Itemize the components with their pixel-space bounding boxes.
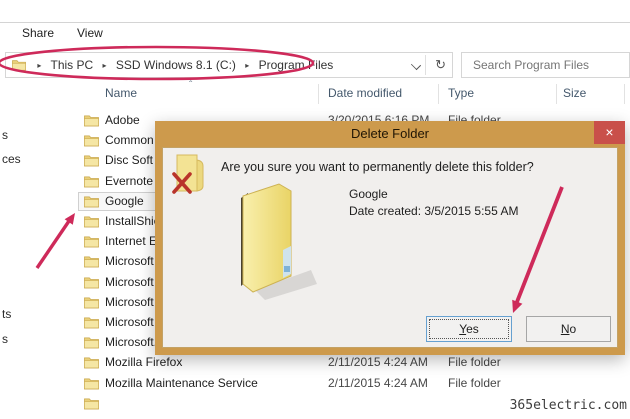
breadcrumb-item-this-pc[interactable]: This PC xyxy=(50,58,93,72)
delete-folder-dialog: Delete Folder × Are you sure you want to… xyxy=(155,121,625,355)
file-name[interactable]: Adobe xyxy=(105,113,140,127)
column-header-name[interactable]: Name xyxy=(105,86,137,100)
file-name[interactable]: Evernote xyxy=(105,174,153,188)
column-divider[interactable] xyxy=(318,84,319,104)
breadcrumb-item-drive-c[interactable]: SSD Windows 8.1 (C:) xyxy=(116,58,236,72)
dialog-item-date-created: Date created: 3/5/2015 5:55 AM xyxy=(349,204,519,218)
breadcrumb-item-program-files[interactable]: Program Files xyxy=(259,58,334,72)
file-type: File folder xyxy=(448,355,501,370)
folder-icon xyxy=(84,215,99,233)
folder-icon xyxy=(84,114,99,132)
folder-icon xyxy=(12,55,26,79)
file-name[interactable]: Mozilla Firefox xyxy=(105,355,182,369)
file-name[interactable]: Mozilla Maintenance Service xyxy=(105,376,258,390)
column-header-date-modified[interactable]: Date modified xyxy=(328,86,402,100)
file-date-modified: 2/11/2015 4:24 AM xyxy=(328,355,428,370)
close-icon[interactable]: × xyxy=(594,121,625,144)
folder-icon xyxy=(84,356,99,374)
breadcrumb: ▸ This PC ▸ SSD Windows 8.1 (C:) ▸ Progr… xyxy=(12,53,333,77)
file-type: File folder xyxy=(448,375,501,390)
folder-icon xyxy=(84,195,99,213)
folder-icon xyxy=(84,154,99,172)
folder-icon xyxy=(84,296,99,314)
search-box[interactable] xyxy=(461,52,630,78)
folder-icon xyxy=(84,255,99,273)
yes-button[interactable]: Yes xyxy=(426,316,512,342)
folder-icon xyxy=(84,316,99,334)
delete-folder-icon xyxy=(171,152,211,201)
file-name[interactable]: Google xyxy=(105,194,144,208)
folder-icon xyxy=(84,336,99,354)
dialog-title: Delete Folder xyxy=(350,126,430,141)
breadcrumb-separator-icon[interactable]: ▸ xyxy=(245,54,249,78)
search-input[interactable] xyxy=(471,57,625,73)
column-header-size[interactable]: Size xyxy=(563,86,586,100)
chevron-down-icon[interactable] xyxy=(410,59,422,71)
tab-share[interactable]: Share xyxy=(22,26,54,40)
sort-ascending-icon[interactable]: ˆ xyxy=(189,80,192,91)
dialog-body: Are you sure you want to permanently del… xyxy=(162,147,618,348)
file-row[interactable]: Mozilla Firefox 2/11/2015 4:24 AM File f… xyxy=(0,353,630,373)
file-row[interactable]: Mozilla Maintenance Service 2/11/2015 4:… xyxy=(0,374,630,394)
folder-icon xyxy=(84,134,99,152)
dialog-message: Are you sure you want to permanently del… xyxy=(221,160,534,174)
address-bar[interactable]: ▸ This PC ▸ SSD Windows 8.1 (C:) ▸ Progr… xyxy=(5,52,453,78)
folder-icon xyxy=(84,276,99,294)
column-divider[interactable] xyxy=(438,84,439,104)
column-divider[interactable] xyxy=(624,84,625,104)
refresh-icon[interactable]: ↻ xyxy=(435,53,446,77)
ribbon-divider xyxy=(0,22,630,23)
no-button[interactable]: No xyxy=(526,316,611,342)
breadcrumb-separator-icon[interactable]: ▸ xyxy=(103,54,107,78)
column-header-type[interactable]: Type xyxy=(448,86,474,100)
folder-icon xyxy=(84,397,99,415)
folder-icon xyxy=(84,175,99,193)
column-divider[interactable] xyxy=(556,84,557,104)
address-bar-divider xyxy=(425,55,426,75)
folder-icon xyxy=(84,377,99,395)
open-folder-icon xyxy=(221,182,317,309)
file-explorer-window: Share View ▸ This PC ▸ SSD Windows 8.1 (… xyxy=(0,0,630,419)
dialog-item-name: Google xyxy=(349,187,388,201)
folder-icon xyxy=(84,235,99,253)
file-name[interactable]: Disc Soft xyxy=(105,153,153,167)
breadcrumb-separator-icon: ▸ xyxy=(37,61,42,70)
tab-view[interactable]: View xyxy=(77,26,103,40)
file-date-modified: 2/11/2015 4:24 AM xyxy=(328,375,428,390)
watermark: 365electric.com xyxy=(509,398,627,413)
